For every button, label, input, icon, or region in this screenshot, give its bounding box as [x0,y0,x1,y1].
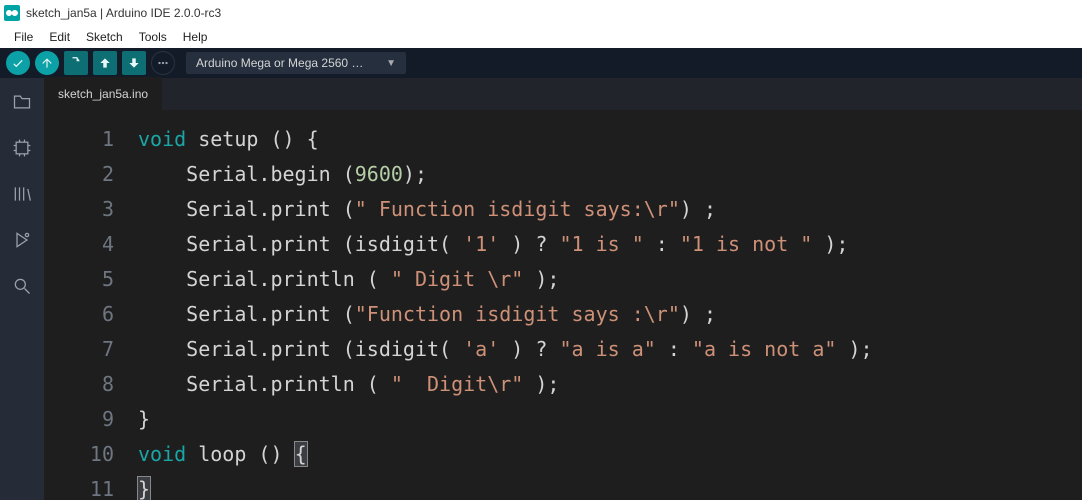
code-lines[interactable]: void setup () { Serial.begin (9600); Ser… [132,110,1082,500]
library-manager-icon[interactable] [10,182,34,206]
editor: sketch_jan5a.ino 1234567891011 void setu… [44,78,1082,500]
board-manager-icon[interactable] [10,136,34,160]
editor-tab-label: sketch_jan5a.ino [58,87,148,101]
debug-icon[interactable] [10,228,34,252]
upload-button[interactable] [35,51,59,75]
folder-icon[interactable] [10,90,34,114]
chevron-down-icon: ▼ [386,58,396,69]
menu-file[interactable]: File [6,30,41,44]
menu-edit[interactable]: Edit [41,30,78,44]
debug-button[interactable] [151,51,175,75]
editor-tab[interactable]: sketch_jan5a.ino [44,77,162,110]
save-sketch-button[interactable] [122,51,146,75]
menu-sketch[interactable]: Sketch [78,30,131,44]
arduino-app-icon [4,5,20,21]
menu-help[interactable]: Help [175,30,216,44]
menu-tools[interactable]: Tools [131,30,175,44]
window-titlebar: sketch_jan5a | Arduino IDE 2.0.0-rc3 [0,0,1082,26]
open-sketch-button[interactable] [93,51,117,75]
verify-button[interactable] [6,51,30,75]
code-area[interactable]: 1234567891011 void setup () { Serial.beg… [44,110,1082,500]
tab-bar: sketch_jan5a.ino [44,78,1082,110]
board-selector[interactable]: Arduino Mega or Mega 2560 … ▼ [186,52,406,74]
new-sketch-button[interactable] [64,51,88,75]
board-selector-label: Arduino Mega or Mega 2560 … [196,56,363,70]
line-number-gutter: 1234567891011 [44,110,132,500]
toolbar: Arduino Mega or Mega 2560 … ▼ [0,48,1082,78]
menu-bar: File Edit Sketch Tools Help [0,26,1082,48]
window-title: sketch_jan5a | Arduino IDE 2.0.0-rc3 [26,6,221,20]
search-icon[interactable] [10,274,34,298]
activity-bar [0,78,44,500]
